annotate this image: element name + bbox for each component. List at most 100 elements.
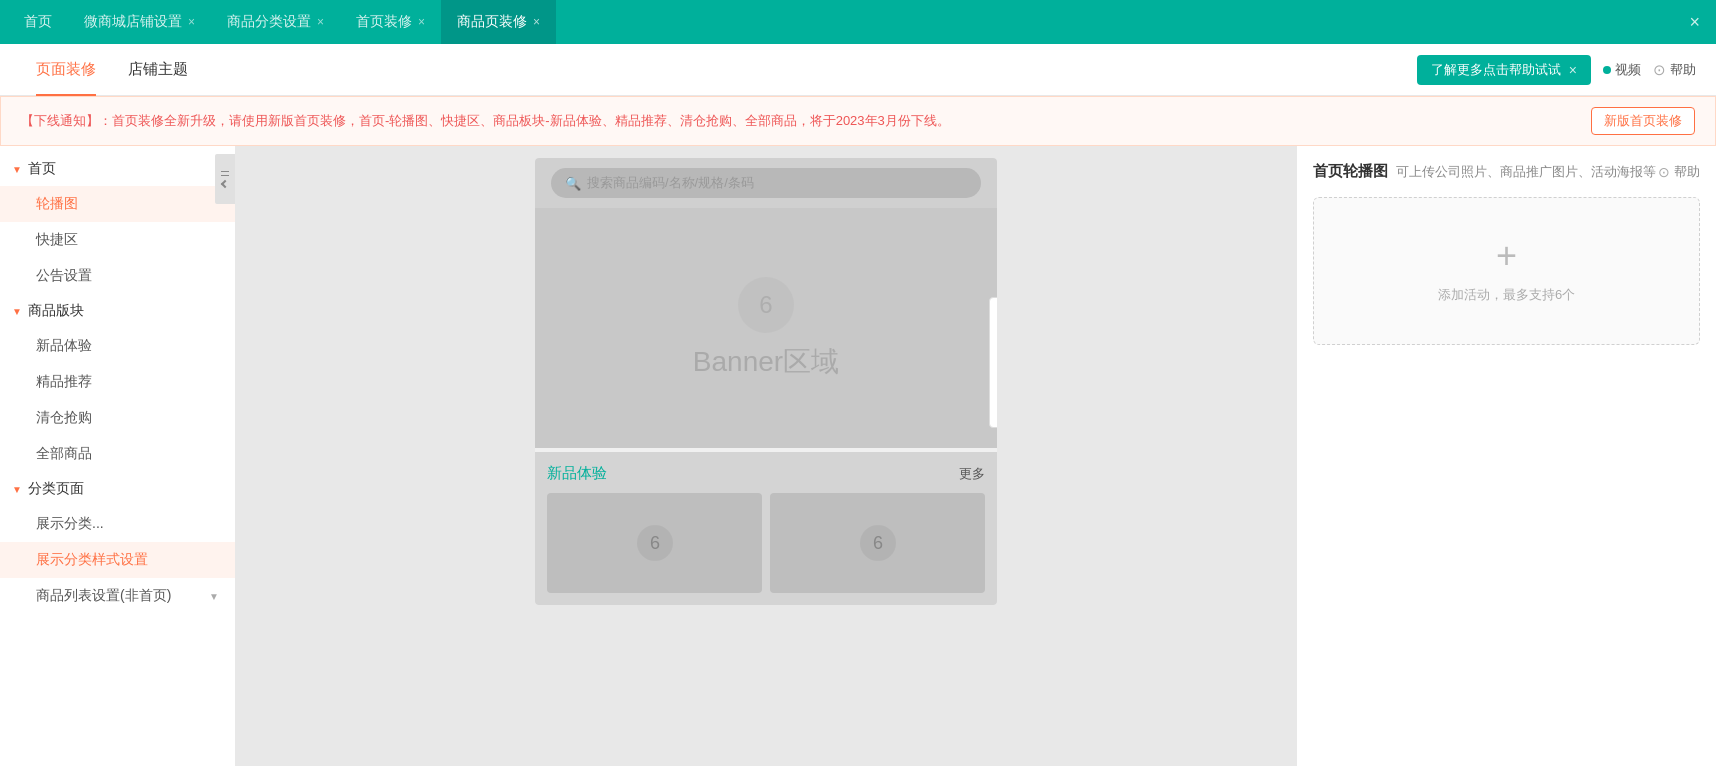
sub-header: 页面装修 店铺主题 了解更多点击帮助试试 × 视频 ⊙ 帮助 — [0, 44, 1716, 96]
sub-tab-store-theme[interactable]: 店铺主题 — [112, 44, 204, 96]
svg-text:6: 6 — [649, 533, 659, 553]
nav-item-clearance-label: 清仓抢购 — [36, 409, 92, 427]
product-grid: 6 6 — [547, 493, 985, 593]
tab-category-settings-label: 商品分类设置 — [227, 13, 311, 31]
right-panel-help-label: 帮助 — [1674, 163, 1700, 181]
nav-item-show-category[interactable]: 展示分类... — [0, 506, 235, 542]
tab-home-label: 首页 — [24, 13, 52, 31]
sub-header-right: 了解更多点击帮助试试 × 视频 ⊙ 帮助 — [1417, 55, 1696, 85]
tab-home-decor-close[interactable]: × — [418, 15, 425, 29]
product-section-header: 新品体验 更多 — [547, 464, 985, 483]
nav-item-all-products-label: 全部商品 — [36, 445, 92, 463]
nav-item-shortcut[interactable]: 快捷区 — [0, 222, 235, 258]
tab-category-settings[interactable]: 商品分类设置 × — [211, 0, 340, 44]
nav-group-category[interactable]: ▼ 分类页面 — [0, 472, 235, 506]
nav-item-notice[interactable]: 公告设置 — [0, 258, 235, 294]
help-banner[interactable]: 了解更多点击帮助试试 × — [1417, 55, 1591, 85]
product-card-2-icon: 6 — [858, 523, 898, 563]
svg-text:6: 6 — [759, 291, 772, 318]
right-panel-title-row: 首页轮播图 可上传公司照片、商品推广图片、活动海报等 — [1313, 162, 1656, 181]
nav-group-home[interactable]: ▼ 首页 — [0, 152, 235, 186]
nav-item-new-exp[interactable]: 新品体验 — [0, 328, 235, 364]
product-section-title: 新品体验 — [547, 464, 607, 483]
nav-item-new-exp-label: 新品体验 — [36, 337, 92, 355]
arrow-category-icon: ▼ — [12, 484, 22, 495]
help-circle-icon: ⊙ — [1658, 164, 1670, 180]
nav-item-featured-label: 精品推荐 — [36, 373, 92, 391]
preview-search-bar: 🔍 搜索商品编码/名称/规格/条码 — [535, 158, 997, 208]
nav-item-banner-label: 轮播图 — [36, 195, 78, 213]
tab-home-decor-label: 首页装修 — [356, 13, 412, 31]
tab-bar: 首页 微商城店铺设置 × 商品分类设置 × 首页装修 × 商品页装修 × × — [0, 0, 1716, 44]
right-panel-help-button[interactable]: ⊙ 帮助 — [1658, 163, 1700, 181]
nav-item-clearance[interactable]: 清仓抢购 — [0, 400, 235, 436]
nav-item-all-products[interactable]: 全部商品 — [0, 436, 235, 472]
new-version-button[interactable]: 新版首页装修 — [1591, 107, 1695, 135]
video-link[interactable]: 视频 — [1603, 61, 1641, 79]
tab-product-decor-close[interactable]: × — [533, 15, 540, 29]
right-panel-subtitle: 可上传公司照片、商品推广图片、活动海报等 — [1396, 163, 1656, 181]
nav-group-category-label: 分类页面 — [28, 480, 84, 498]
nav-group-products[interactable]: ▼ 商品版块 — [0, 294, 235, 328]
banner-area[interactable]: 6 Banner区域 — [535, 208, 997, 448]
nav-item-category-style[interactable]: 展示分类样式设置 — [0, 542, 235, 578]
sub-tab-page-decor-label: 页面装修 — [36, 60, 96, 79]
right-panel: 首页轮播图 可上传公司照片、商品推广图片、活动海报等 ⊙ 帮助 + 添加活动，最… — [1296, 146, 1716, 766]
tab-store-settings-close[interactable]: × — [188, 15, 195, 29]
search-bar-input[interactable]: 🔍 搜索商品编码/名称/规格/条码 — [551, 168, 981, 198]
upload-plus-icon: + — [1496, 238, 1517, 274]
help-banner-text: 了解更多点击帮助试试 — [1431, 61, 1561, 79]
chevron-down-icon: ▼ — [209, 591, 219, 602]
question-icon: ⊙ — [1653, 61, 1666, 79]
collapse-line-1 — [221, 171, 229, 172]
product-section-more: 更多 — [959, 465, 985, 483]
sidebar: ▼ 首页 轮播图 快捷区 公告设置 ▼ 商品版块 新品体验 精品推荐 — [0, 146, 236, 766]
nav-item-product-list-label: 商品列表设置(非首页) — [36, 587, 171, 605]
right-panel-title: 首页轮播图 — [1313, 162, 1388, 181]
product-card-1-icon: 6 — [635, 523, 675, 563]
tab-category-settings-close[interactable]: × — [317, 15, 324, 29]
collapse-line-2 — [221, 175, 229, 176]
global-close-button[interactable]: × — [1681, 8, 1708, 37]
phone-preview: 🔍 搜索商品编码/名称/规格/条码 6 Banner区域 — [535, 158, 997, 605]
nav-item-product-list[interactable]: 商品列表设置(非首页) ▼ — [0, 578, 235, 614]
arrow-products-icon: ▼ — [12, 306, 22, 317]
nav-item-featured[interactable]: 精品推荐 — [0, 364, 235, 400]
main-content: ▼ 首页 轮播图 快捷区 公告设置 ▼ 商品版块 新品体验 精品推荐 — [0, 146, 1716, 766]
sub-tab-page-decor[interactable]: 页面装修 — [20, 44, 112, 96]
tab-store-settings[interactable]: 微商城店铺设置 × — [68, 0, 211, 44]
right-panel-header: 首页轮播图 可上传公司照片、商品推广图片、活动海报等 ⊙ 帮助 — [1313, 162, 1700, 181]
banner-text: Banner区域 — [693, 343, 839, 381]
preview-area: 🔍 搜索商品编码/名称/规格/条码 6 Banner区域 — [236, 146, 1296, 766]
nav-group-home-label: 首页 — [28, 160, 56, 178]
qr-overlay: 扫码预览效果 — [989, 297, 997, 428]
video-label: 视频 — [1615, 61, 1641, 79]
upload-hint-text: 添加活动，最多支持6个 — [1438, 286, 1575, 304]
notice-text: 【下线通知】：首页装修全新升级，请使用新版首页装修，首页-轮播图、快捷区、商品板… — [21, 112, 1591, 130]
tab-home[interactable]: 首页 — [8, 0, 68, 44]
tab-product-decor-label: 商品页装修 — [457, 13, 527, 31]
upload-area[interactable]: + 添加活动，最多支持6个 — [1313, 197, 1700, 345]
product-section: 新品体验 更多 6 6 — [535, 452, 997, 605]
tab-store-settings-label: 微商城店铺设置 — [84, 13, 182, 31]
product-card-2[interactable]: 6 — [770, 493, 985, 593]
nav-item-notice-label: 公告设置 — [36, 267, 92, 285]
search-icon: 🔍 — [565, 176, 581, 191]
banner-logo: 6 Banner区域 — [693, 275, 839, 381]
help-banner-close[interactable]: × — [1569, 62, 1577, 78]
tab-home-decor[interactable]: 首页装修 × — [340, 0, 441, 44]
tab-product-decor[interactable]: 商品页装修 × — [441, 0, 556, 44]
nav-item-show-category-label: 展示分类... — [36, 515, 104, 533]
chevron-left-icon — [221, 180, 229, 188]
video-dot-icon — [1603, 66, 1611, 74]
help-link[interactable]: ⊙ 帮助 — [1653, 61, 1696, 79]
svg-text:6: 6 — [872, 533, 882, 553]
sidebar-collapse-button[interactable] — [215, 154, 235, 204]
notice-bar: 【下线通知】：首页装修全新升级，请使用新版首页装修，首页-轮播图、快捷区、商品板… — [0, 96, 1716, 146]
help-label-text: 帮助 — [1670, 61, 1696, 79]
product-card-1[interactable]: 6 — [547, 493, 762, 593]
sub-tab-store-theme-label: 店铺主题 — [128, 60, 188, 79]
nav-item-banner[interactable]: 轮播图 — [0, 186, 235, 222]
nav-item-shortcut-label: 快捷区 — [36, 231, 78, 249]
search-placeholder: 搜索商品编码/名称/规格/条码 — [587, 174, 754, 192]
